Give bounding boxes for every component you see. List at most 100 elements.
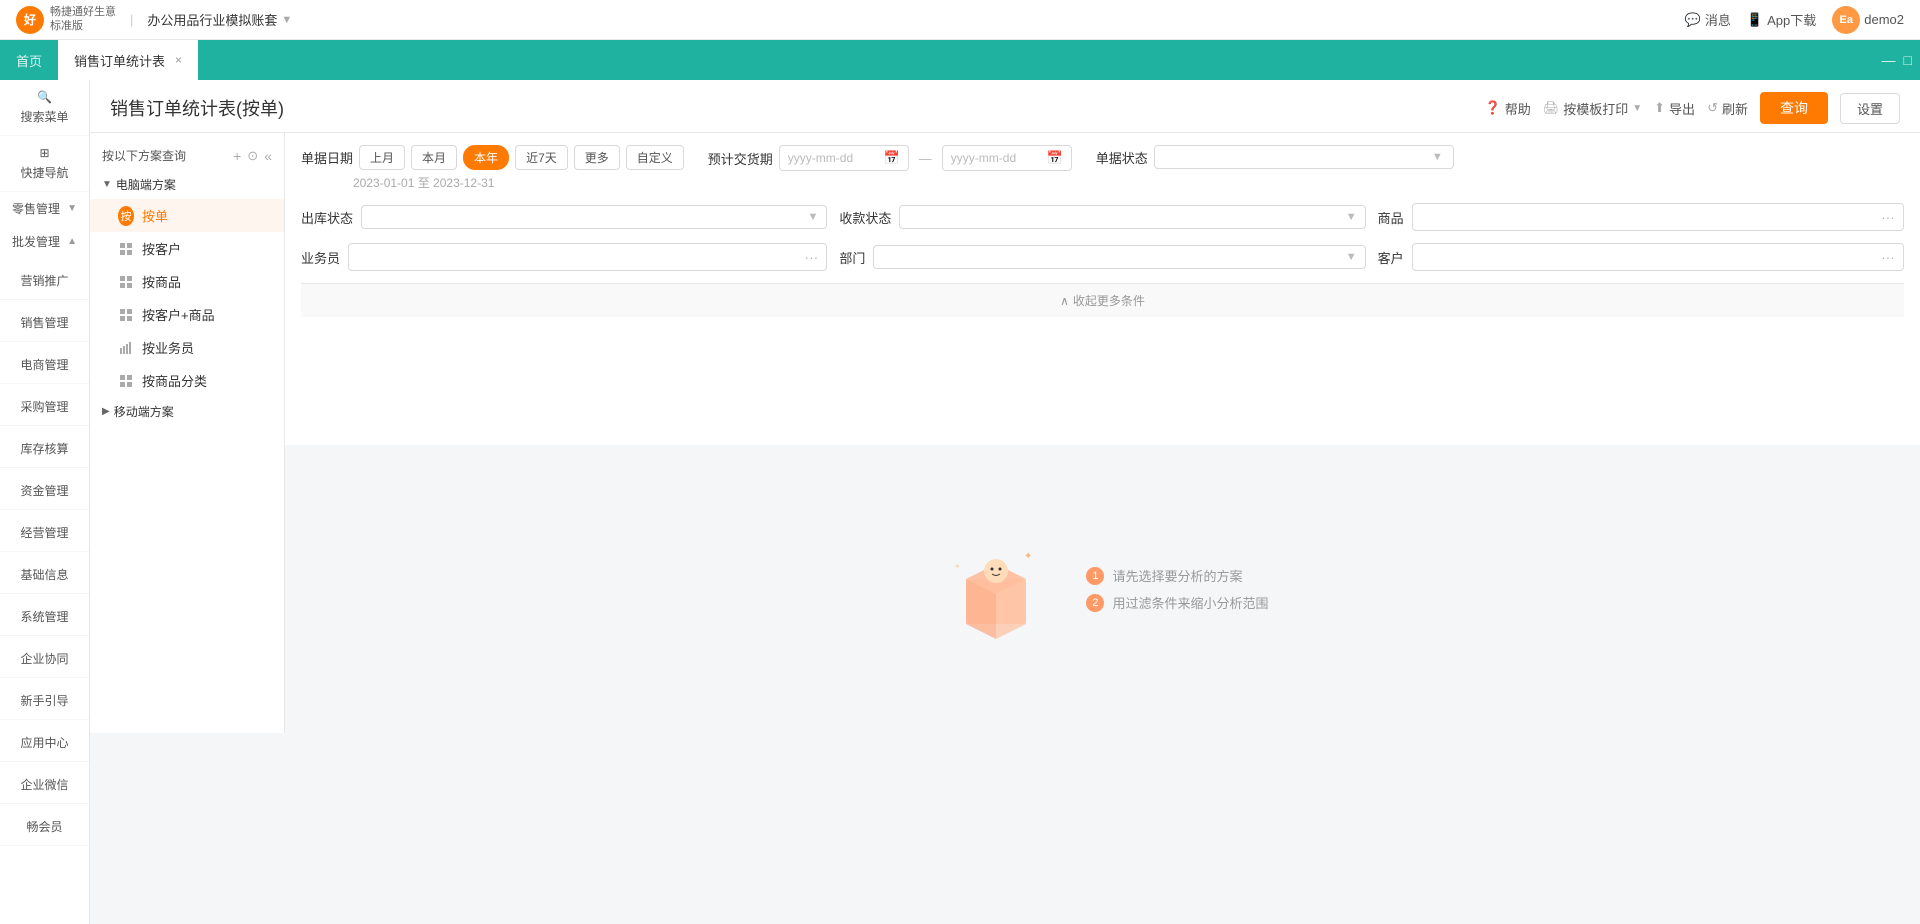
receipt-status-select[interactable]: ▼ (899, 205, 1365, 229)
sidebar-item-retail[interactable]: 零售管理 ▼ (0, 192, 89, 225)
customer-select[interactable]: ··· (1412, 243, 1904, 271)
salesperson-scheme-icon (118, 340, 134, 356)
print-btn[interactable]: 🖨 按模板打印 ▼ (1543, 99, 1642, 118)
sidebar-item-ecommerce[interactable]: 电商管理 (0, 342, 89, 384)
sidebar-item-quick-nav[interactable]: ⊞ 快捷导航 (0, 136, 89, 192)
goods-cell: 商品 ··· (1378, 203, 1904, 231)
add-scheme-icon[interactable]: + (233, 148, 241, 164)
sidebar-item-marketing[interactable]: 营销推广 (0, 258, 89, 300)
sidebar-item-wholesale[interactable]: 批发管理 ▲ (0, 225, 89, 258)
sidebar-item-enterprise[interactable]: 企业协同 (0, 636, 89, 678)
edit-scheme-icon[interactable]: ⊙ (247, 148, 258, 164)
customer-goods-scheme-icon (118, 307, 134, 323)
sidebar-item-membership[interactable]: 畅会员 (0, 804, 89, 846)
sidebar-item-system[interactable]: 系统管理 (0, 594, 89, 636)
sidebar-item-purchase[interactable]: 采购管理 (0, 384, 89, 426)
right-panel: 单据日期 上月 本月 本年 近7天 更多 自定义 (285, 133, 1920, 733)
refresh-btn[interactable]: ↺ 刷新 (1707, 99, 1748, 118)
goods-category-scheme-icon (118, 373, 134, 389)
date-btn-custom[interactable]: 自定义 (626, 145, 684, 170)
message-btn[interactable]: 💬 消息 (1685, 10, 1731, 29)
date-btn-this-month[interactable]: 本月 (411, 145, 457, 170)
empty-tip-2: 2 用过滤条件来缩小分析范围 (1086, 593, 1268, 612)
customer-scheme-icon (118, 241, 134, 257)
out-status-label: 出库状态 (301, 208, 353, 227)
svg-text:✦: ✦ (954, 562, 961, 571)
filter-date-group: 单据日期 上月 本月 本年 近7天 更多 自定义 (301, 145, 684, 191)
logo-area: 好 畅捷通好生意 标准版 (16, 6, 116, 34)
receipt-status-label: 收款状态 (839, 208, 891, 227)
page-header-actions: ❓ 帮助 🖨 按模板打印 ▼ ⬆ 导出 ↺ 刷新 查询 设置 (1485, 92, 1901, 124)
tip-num-2: 2 (1086, 594, 1104, 612)
scheme-item-by-customer[interactable]: 按客户 (90, 232, 284, 265)
department-select[interactable]: ▼ (873, 245, 1365, 269)
salesperson-dots-icon[interactable]: ··· (804, 249, 818, 265)
expected-date-to[interactable]: yyyy-mm-dd 📅 (942, 145, 1072, 171)
top-bar-right: 💬 消息 📱 App下载 Ea demo2 (1685, 6, 1904, 34)
scheme-item-by-customer-goods[interactable]: 按客户+商品 (90, 298, 284, 331)
sidebar-item-sales[interactable]: 销售管理 (0, 300, 89, 342)
scheme-item-by-salesperson[interactable]: 按业务员 (90, 331, 284, 364)
sidebar-item-inventory[interactable]: 库存核算 (0, 426, 89, 468)
order-status-label: 单据状态 (1096, 148, 1148, 167)
tab-sales-stats[interactable]: 销售订单统计表 × (58, 40, 198, 80)
help-icon: ❓ (1485, 100, 1501, 116)
user-area[interactable]: Ea demo2 (1832, 6, 1904, 34)
settings-button[interactable]: 设置 (1840, 93, 1900, 124)
top-bar: 好 畅捷通好生意 标准版 | 办公用品行业模拟账套 ▼ 💬 消息 📱 App下载… (0, 0, 1920, 40)
date-label: 单据日期 (301, 148, 353, 167)
help-btn[interactable]: ❓ 帮助 (1485, 99, 1531, 118)
sidebar: 🔍 搜索菜单 ⊞ 快捷导航 零售管理 ▼ 批发管理 ▲ 营销推广 销售管理 电商… (0, 80, 90, 924)
tab-minimize-icon[interactable]: — (1882, 52, 1896, 68)
sidebar-item-operations[interactable]: 经营管理 (0, 510, 89, 552)
scheme-section-mobile-title[interactable]: ▶ 移动端方案 (90, 397, 284, 426)
date-range-text: 2023-01-01 至 2023-12-31 (353, 174, 494, 191)
scheme-item-by-goods[interactable]: 按商品 (90, 265, 284, 298)
date-btn-this-year[interactable]: 本年 (463, 145, 509, 170)
sidebar-item-guide[interactable]: 新手引导 (0, 678, 89, 720)
sidebar-item-wechat[interactable]: 企业微信 (0, 762, 89, 804)
expected-date-label: 预计交货期 (708, 149, 773, 168)
order-status-select[interactable]: ▼ (1154, 145, 1454, 169)
download-btn[interactable]: 📱 App下载 (1747, 10, 1816, 29)
salesperson-select[interactable]: ··· (348, 243, 827, 271)
date-buttons: 上月 本月 本年 近7天 更多 自定义 (359, 145, 684, 170)
empty-state-area: ✦ ✦ 1 请先选择要分析的方案 2 用过滤条件来缩小分析范围 (285, 445, 1920, 733)
chevron-down-icon: ▼ (1346, 251, 1357, 263)
calendar-icon-to[interactable]: 📅 (1047, 150, 1063, 166)
date-btn-last-month[interactable]: 上月 (359, 145, 405, 170)
query-button[interactable]: 查询 (1760, 92, 1828, 124)
customer-label: 客户 (1378, 248, 1404, 267)
tab-maximize-icon[interactable]: □ (1904, 52, 1912, 68)
order-status-group: 单据状态 ▼ (1096, 145, 1904, 169)
scheme-section-desktop-title[interactable]: ▼ 电脑端方案 (90, 170, 284, 199)
tab-home[interactable]: 首页 (0, 40, 58, 80)
tab-close-icon[interactable]: × (175, 53, 182, 67)
calendar-icon-from[interactable]: 📅 (884, 150, 900, 166)
date-btn-7days[interactable]: 近7天 (515, 145, 568, 170)
sidebar-item-app-center[interactable]: 应用中心 (0, 720, 89, 762)
scheme-item-by-order[interactable]: 按 按单 (90, 199, 284, 232)
grid-icon: ⊞ (39, 146, 49, 160)
scheme-item-by-goods-category[interactable]: 按商品分类 (90, 364, 284, 397)
sidebar-item-basic-info[interactable]: 基础信息 (0, 552, 89, 594)
chevron-down-icon: ▼ (1432, 151, 1443, 163)
sidebar-item-search[interactable]: 🔍 搜索菜单 (0, 80, 89, 136)
svg-text:✦: ✦ (1024, 551, 1032, 562)
customer-dots-icon[interactable]: ··· (1881, 249, 1895, 265)
chevron-down-icon[interactable]: ▼ (281, 14, 292, 26)
top-bar-left: 好 畅捷通好生意 标准版 | 办公用品行业模拟账套 ▼ (16, 6, 292, 34)
goods-dots-icon[interactable]: ··· (1881, 209, 1895, 225)
date-btn-more[interactable]: 更多 (574, 145, 620, 170)
goods-select[interactable]: ··· (1412, 203, 1904, 231)
export-btn[interactable]: ⬆ 导出 (1654, 99, 1695, 118)
out-status-cell: 出库状态 ▼ (301, 205, 827, 229)
sidebar-item-finance[interactable]: 资金管理 (0, 468, 89, 510)
top-bar-title: 办公用品行业模拟账套 ▼ (147, 10, 292, 29)
empty-illustration: ✦ ✦ (936, 539, 1056, 639)
out-status-select[interactable]: ▼ (361, 205, 827, 229)
collapse-scheme-icon[interactable]: « (264, 148, 272, 164)
expected-date-from[interactable]: yyyy-mm-dd 📅 (779, 145, 909, 171)
filter-row-2: 出库状态 ▼ 收款状态 ▼ (301, 203, 1904, 231)
collapse-bar[interactable]: ∧ 收起更多条件 (301, 283, 1904, 317)
